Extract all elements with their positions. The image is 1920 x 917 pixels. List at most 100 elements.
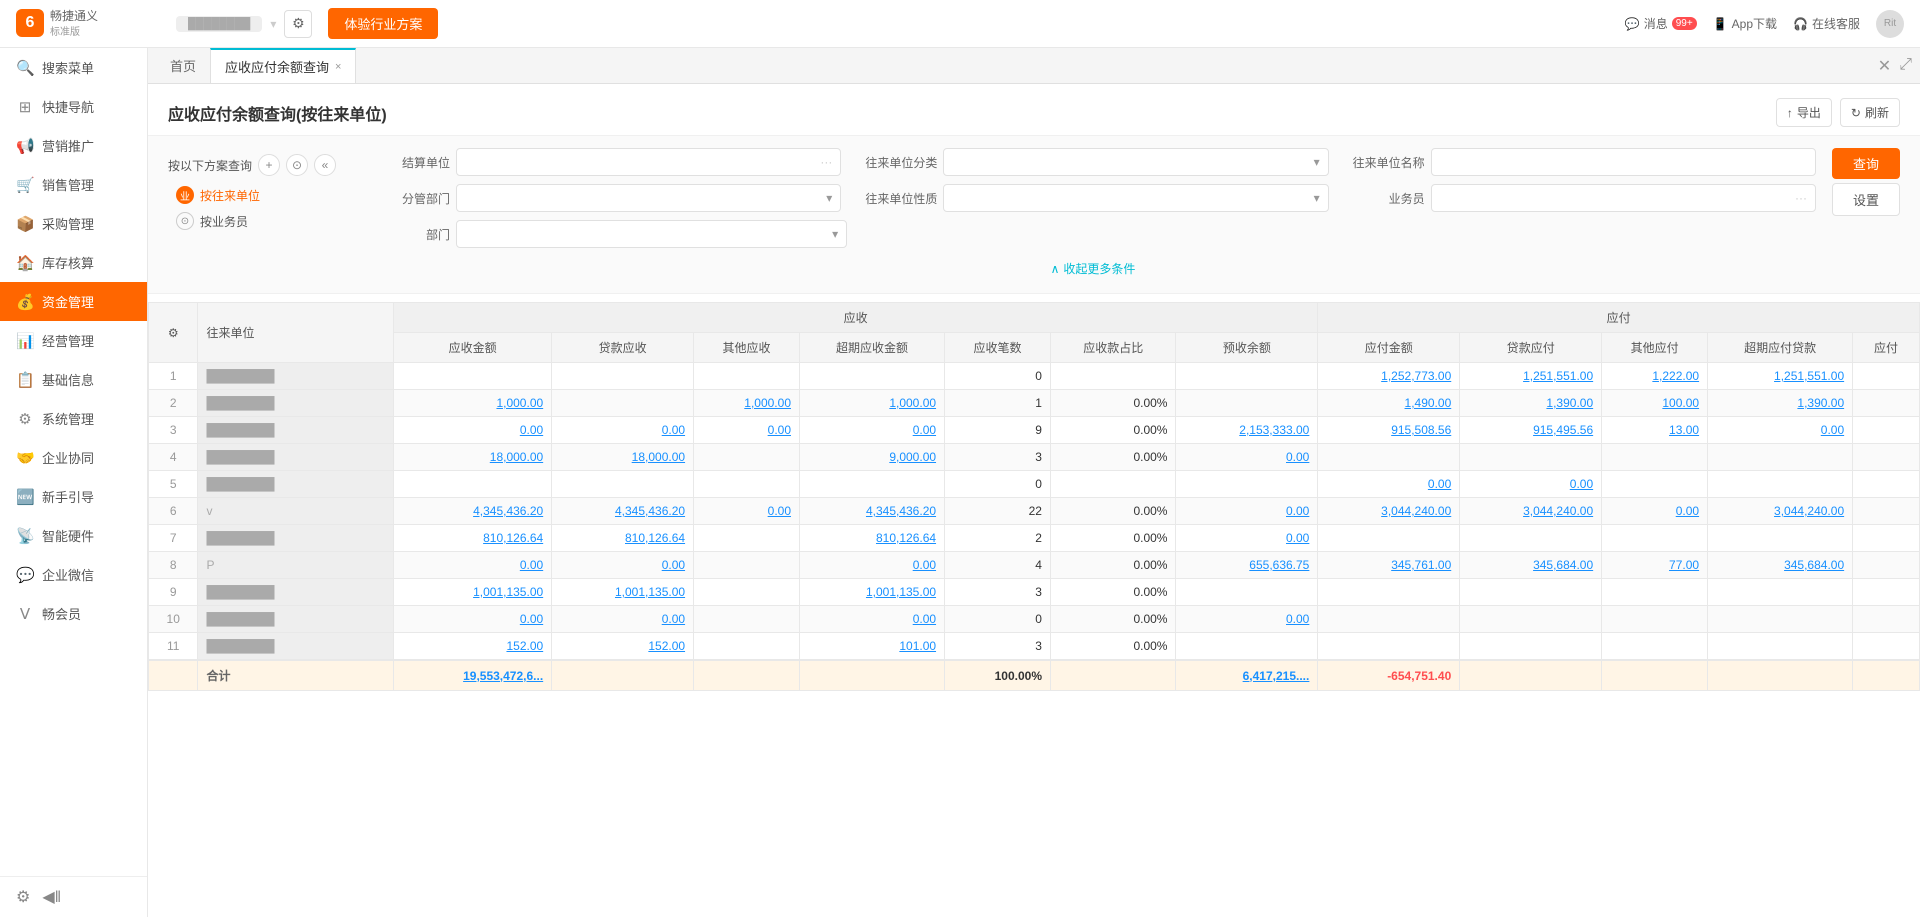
filter-input-partner-cat[interactable]: ▾	[943, 148, 1328, 176]
row-cell-prepaid[interactable]: 655,636.75	[1176, 552, 1318, 579]
row-cell-loan_receivable[interactable]: 18,000.00	[552, 444, 694, 471]
filter-input-dept[interactable]: ▾	[456, 220, 847, 248]
sidebar-item-member[interactable]: Ⅴ 畅会员	[0, 594, 147, 633]
sidebar-item-quick-nav[interactable]: ⊞ 快捷导航	[0, 87, 147, 126]
user-avatar[interactable]: Rit	[1876, 10, 1904, 38]
row-cell-other_payable[interactable]: 13.00	[1602, 417, 1708, 444]
tab-window-expand-btn[interactable]: ⤢	[1899, 56, 1912, 76]
refresh-btn[interactable]: ↻ 刷新	[1840, 98, 1900, 127]
row-cell-prepaid[interactable]: 0.00	[1176, 498, 1318, 525]
row-cell-loan_receivable[interactable]: 810,126.64	[552, 525, 694, 552]
row-cell-ar_amount[interactable]: 1,001,135.00	[394, 579, 552, 606]
row-cell-ar_amount[interactable]: 810,126.64	[394, 525, 552, 552]
row-cell-loan_receivable[interactable]: 0.00	[552, 606, 694, 633]
row-cell-loan_payable[interactable]: 0.00	[1460, 471, 1602, 498]
row-cell-other_payable[interactable]: 77.00	[1602, 552, 1708, 579]
row-cell-other_payable[interactable]: 0.00	[1602, 498, 1708, 525]
row-cell-ap_amount[interactable]: 1,490.00	[1318, 390, 1460, 417]
filter-target-btn[interactable]: ⊙	[286, 154, 308, 176]
sidebar-item-operations[interactable]: 📊 经营管理	[0, 321, 147, 360]
row-cell-other_receivable[interactable]: 0.00	[694, 417, 800, 444]
sidebar-item-purchase[interactable]: 📦 采购管理	[0, 204, 147, 243]
row-cell-ar_amount[interactable]: 1,000.00	[394, 390, 552, 417]
row-cell-overdue_ar[interactable]: 1,000.00	[800, 390, 945, 417]
row-cell-overdue_ar[interactable]: 1,001,135.00	[800, 579, 945, 606]
sidebar-item-basic-info[interactable]: 📋 基础信息	[0, 360, 147, 399]
settings-icon[interactable]: ⚙	[284, 10, 312, 38]
row-cell-overdue_ar[interactable]: 101.00	[800, 633, 945, 661]
industry-btn[interactable]: 体验行业方案	[328, 8, 438, 39]
export-btn[interactable]: ↑ 导出	[1776, 98, 1832, 127]
row-cell-ar_amount[interactable]: 18,000.00	[394, 444, 552, 471]
tab-ar-query[interactable]: 应收应付余额查询 ×	[210, 48, 356, 83]
row-cell-ap_amount[interactable]: 345,761.00	[1318, 552, 1460, 579]
sidebar-item-system[interactable]: ⚙ 系统管理	[0, 399, 147, 438]
app-download-btn[interactable]: 📱 App下载	[1713, 15, 1777, 32]
sidebar-item-inventory[interactable]: 🏠 库存核算	[0, 243, 147, 282]
filter-input-jiesuan[interactable]: ···	[456, 148, 841, 176]
filter-input-salesperson[interactable]: ···	[1431, 184, 1816, 212]
footer-ar-amount[interactable]: 19,553,472,6...	[394, 660, 552, 691]
sidebar-item-marketing[interactable]: 📢 营销推广	[0, 126, 147, 165]
sidebar-item-guide[interactable]: 🆕 新手引导	[0, 477, 147, 516]
row-cell-ap_amount[interactable]: 1,252,773.00	[1318, 363, 1460, 390]
row-cell-prepaid[interactable]: 0.00	[1176, 444, 1318, 471]
row-cell-ar_amount[interactable]: 0.00	[394, 606, 552, 633]
row-cell-loan_receivable[interactable]: 1,001,135.00	[552, 579, 694, 606]
row-cell-overdue_ar[interactable]: 810,126.64	[800, 525, 945, 552]
row-cell-other_payable[interactable]: 1,222.00	[1602, 363, 1708, 390]
row-cell-overdue_ap[interactable]: 345,684.00	[1708, 552, 1853, 579]
tab-window-close-btn[interactable]: ✕	[1878, 56, 1891, 76]
row-cell-loan_payable[interactable]: 915,495.56	[1460, 417, 1602, 444]
row-cell-other_receivable[interactable]: 0.00	[694, 498, 800, 525]
query-btn[interactable]: 查询	[1832, 148, 1900, 179]
messages-btn[interactable]: 💬 消息 99+	[1625, 15, 1697, 32]
table-settings-icon[interactable]: ⚙	[149, 303, 198, 363]
row-cell-prepaid[interactable]: 2,153,333.00	[1176, 417, 1318, 444]
row-cell-loan_receivable[interactable]: 0.00	[552, 417, 694, 444]
row-cell-ap_amount[interactable]: 0.00	[1318, 471, 1460, 498]
row-cell-overdue_ap[interactable]: 3,044,240.00	[1708, 498, 1853, 525]
footer-prepaid[interactable]: 6,417,215....	[1176, 660, 1318, 691]
sidebar-collapse-icon[interactable]: ◀‖	[42, 887, 61, 907]
row-cell-overdue_ar[interactable]: 4,345,436.20	[800, 498, 945, 525]
filter-input-partner-nature[interactable]: ▾	[943, 184, 1328, 212]
row-cell-loan_receivable[interactable]: 0.00	[552, 552, 694, 579]
row-cell-overdue_ap[interactable]: 0.00	[1708, 417, 1853, 444]
row-cell-loan_payable[interactable]: 1,390.00	[1460, 390, 1602, 417]
row-cell-ar_amount[interactable]: 0.00	[394, 552, 552, 579]
sidebar-item-search[interactable]: 🔍 搜索菜单	[0, 48, 147, 87]
row-cell-overdue_ap[interactable]: 1,390.00	[1708, 390, 1853, 417]
scheme-partner[interactable]: 业 按往来单位	[168, 182, 358, 208]
sidebar-item-wechat[interactable]: 💬 企业微信	[0, 555, 147, 594]
row-cell-ar_amount[interactable]: 0.00	[394, 417, 552, 444]
row-cell-overdue_ar[interactable]: 0.00	[800, 552, 945, 579]
filter-collapse-btn[interactable]: ∧ 收起更多条件	[370, 256, 1816, 281]
scheme-salesperson[interactable]: ⊙ 按业务员	[168, 208, 358, 234]
row-cell-loan_receivable[interactable]: 152.00	[552, 633, 694, 661]
row-cell-ap_amount[interactable]: 915,508.56	[1318, 417, 1460, 444]
filter-input-partner-name[interactable]	[1431, 148, 1816, 176]
filter-input-dept-manage[interactable]: ▾	[456, 184, 841, 212]
row-cell-prepaid[interactable]: 0.00	[1176, 525, 1318, 552]
settings-query-btn[interactable]: 设置	[1832, 183, 1900, 216]
row-cell-other_payable[interactable]: 100.00	[1602, 390, 1708, 417]
tab-home[interactable]: 首页	[156, 48, 210, 83]
row-cell-loan_payable[interactable]: 1,251,551.00	[1460, 363, 1602, 390]
online-service-btn[interactable]: 🎧 在线客服	[1793, 15, 1860, 32]
row-cell-overdue_ap[interactable]: 1,251,551.00	[1708, 363, 1853, 390]
sidebar-item-finance[interactable]: 💰 资金管理	[0, 282, 147, 321]
sidebar-item-cooperation[interactable]: 🤝 企业协同	[0, 438, 147, 477]
row-cell-loan_receivable[interactable]: 4,345,436.20	[552, 498, 694, 525]
sidebar-settings-icon[interactable]: ⚙	[16, 887, 30, 907]
row-cell-ar_amount[interactable]: 152.00	[394, 633, 552, 661]
row-cell-loan_payable[interactable]: 345,684.00	[1460, 552, 1602, 579]
row-cell-overdue_ar[interactable]: 0.00	[800, 417, 945, 444]
tab-close-icon[interactable]: ×	[335, 61, 341, 73]
row-cell-prepaid[interactable]: 0.00	[1176, 606, 1318, 633]
row-cell-loan_payable[interactable]: 3,044,240.00	[1460, 498, 1602, 525]
row-cell-overdue_ar[interactable]: 9,000.00	[800, 444, 945, 471]
sidebar-item-smart-hw[interactable]: 📡 智能硬件	[0, 516, 147, 555]
row-cell-other_receivable[interactable]: 1,000.00	[694, 390, 800, 417]
filter-collapse-btn-small[interactable]: «	[314, 154, 336, 176]
